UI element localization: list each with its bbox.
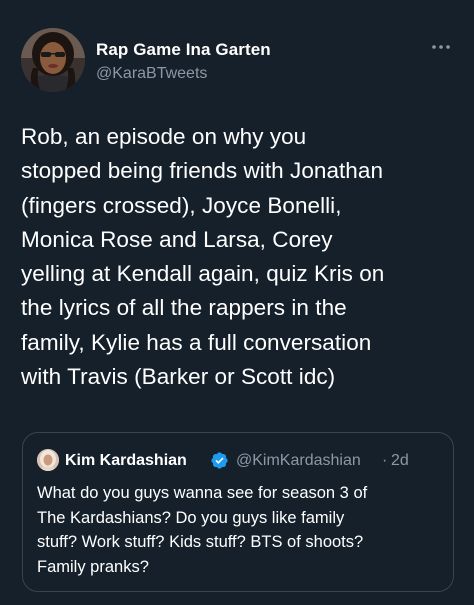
user-avatar-photo [21, 28, 85, 92]
tweet-text-line: Monica Rose and Larsa, Corey [21, 226, 333, 252]
tweet-text: Rob, an episode on why you stopped being… [21, 120, 461, 394]
tweet-text-line: with Travis (Barker or Scott idc) [21, 364, 336, 390]
quoted-tweet-text: What do you guys wanna see for season 3 … [37, 481, 447, 579]
user-avatar-photo [37, 449, 59, 471]
author-handle[interactable]: @KaraBTweets [96, 63, 271, 85]
quoted-timestamp: 2d [391, 452, 409, 469]
tweet-text-line: (fingers crossed), Joyce Bonelli, [21, 192, 342, 218]
quoted-text-line: stuff? Work stuff? Kids stuff? BTS of sh… [37, 533, 364, 551]
quoted-text-line: What do you guys wanna see for season 3 … [37, 484, 368, 502]
separator-dot: · [382, 452, 388, 469]
tweet-text-line: family, Kylie has a full conversation [21, 329, 372, 355]
quoted-author-avatar [37, 449, 59, 471]
quoted-tweet[interactable]: Kim Kardashian @KimKardashian · 2d What … [22, 432, 454, 592]
author-display-name[interactable]: Rap Game Ina Garten [96, 40, 271, 60]
tweet-text-line: yelling at Kendall again, quiz Kris on [21, 261, 385, 287]
quoted-text-line: The Kardashians? Do you guys like family [37, 508, 345, 527]
author-info: Rap Game Ina Garten @KaraBTweets [96, 40, 271, 85]
quoted-author-name: Kim Kardashian [65, 452, 187, 469]
tweet-text-line: stopped being friends with Jonathan [21, 158, 384, 184]
author-avatar[interactable] [21, 28, 85, 92]
tweet-card: Rap Game Ina Garten @KaraBTweets Rob, an… [0, 0, 474, 605]
tweet-text-line: the lyrics of all the rappers in the [21, 295, 347, 321]
more-horizontal-icon[interactable] [430, 40, 452, 54]
tweet-text-line: Rob, an episode on why you [21, 124, 307, 149]
verified-badge-icon [210, 451, 229, 470]
quoted-text-line: Family pranks? [37, 557, 149, 576]
quoted-author-handle: @KimKardashian [236, 452, 361, 469]
